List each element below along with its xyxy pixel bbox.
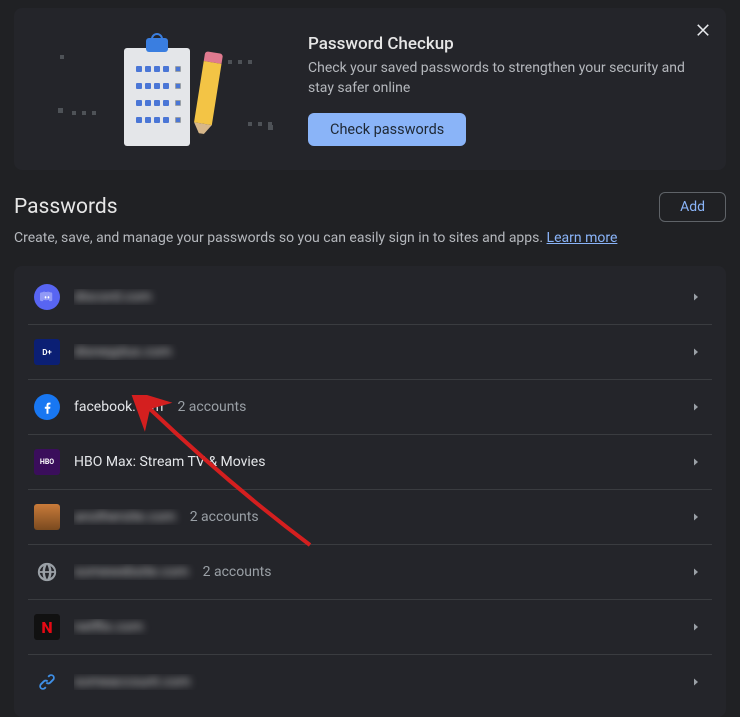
site-label: someaccount.com xyxy=(74,674,190,690)
site-label: somewebsite.com xyxy=(74,564,189,580)
password-row[interactable]: facebook.com 2 accounts xyxy=(28,380,712,435)
chevron-right-icon xyxy=(686,291,706,303)
banner-title: Password Checkup xyxy=(308,34,704,54)
site-label: HBO Max: Stream TV & Movies xyxy=(74,454,265,470)
password-row[interactable]: anothersite.com 2 accounts xyxy=(28,490,712,545)
site-label: facebook.com xyxy=(74,399,163,415)
password-row[interactable]: someaccount.com xyxy=(28,655,712,709)
chevron-right-icon xyxy=(686,511,706,523)
password-row[interactable]: discord.com xyxy=(28,270,712,325)
password-row[interactable]: D+ disneyplus.com xyxy=(28,325,712,380)
chevron-right-icon xyxy=(686,346,706,358)
chevron-right-icon xyxy=(686,676,706,688)
checkup-illustration xyxy=(28,30,288,150)
site-label: anothersite.com xyxy=(74,509,176,525)
learn-more-link[interactable]: Learn more xyxy=(547,230,618,246)
site-icon xyxy=(34,504,60,530)
password-row[interactable]: somewebsite.com 2 accounts xyxy=(28,545,712,600)
chevron-right-icon xyxy=(686,621,706,633)
close-icon[interactable] xyxy=(690,16,716,42)
site-label: disneyplus.com xyxy=(74,344,172,360)
password-checkup-banner: Password Checkup Check your saved passwo… xyxy=(14,8,726,170)
facebook-icon xyxy=(34,394,60,420)
netflix-icon: N xyxy=(34,614,60,640)
password-row[interactable]: Nnetflix.com xyxy=(28,600,712,655)
link-icon xyxy=(34,669,60,695)
account-count: 2 accounts xyxy=(190,509,259,525)
hbo-icon: HBO xyxy=(34,449,60,475)
page-title: Passwords xyxy=(14,195,118,219)
banner-description: Check your saved passwords to strengthen… xyxy=(308,58,688,99)
password-list: discord.com D+ disneyplus.com facebook.com 2… xyxy=(14,266,726,717)
account-count: 2 accounts xyxy=(203,564,272,580)
check-passwords-button[interactable]: Check passwords xyxy=(308,113,466,146)
add-button[interactable]: Add xyxy=(659,192,726,222)
site-label: netflix.com xyxy=(74,619,143,635)
chevron-right-icon xyxy=(686,456,706,468)
globe-icon xyxy=(34,559,60,585)
site-label: discord.com xyxy=(74,289,152,305)
password-row[interactable]: HBO HBO Max: Stream TV & Movies xyxy=(28,435,712,490)
discord-icon xyxy=(34,284,60,310)
disney-icon: D+ xyxy=(34,339,60,365)
chevron-right-icon xyxy=(686,566,706,578)
account-count: 2 accounts xyxy=(177,399,246,415)
section-description: Create, save, and manage your passwords … xyxy=(14,230,726,246)
chevron-right-icon xyxy=(686,401,706,413)
